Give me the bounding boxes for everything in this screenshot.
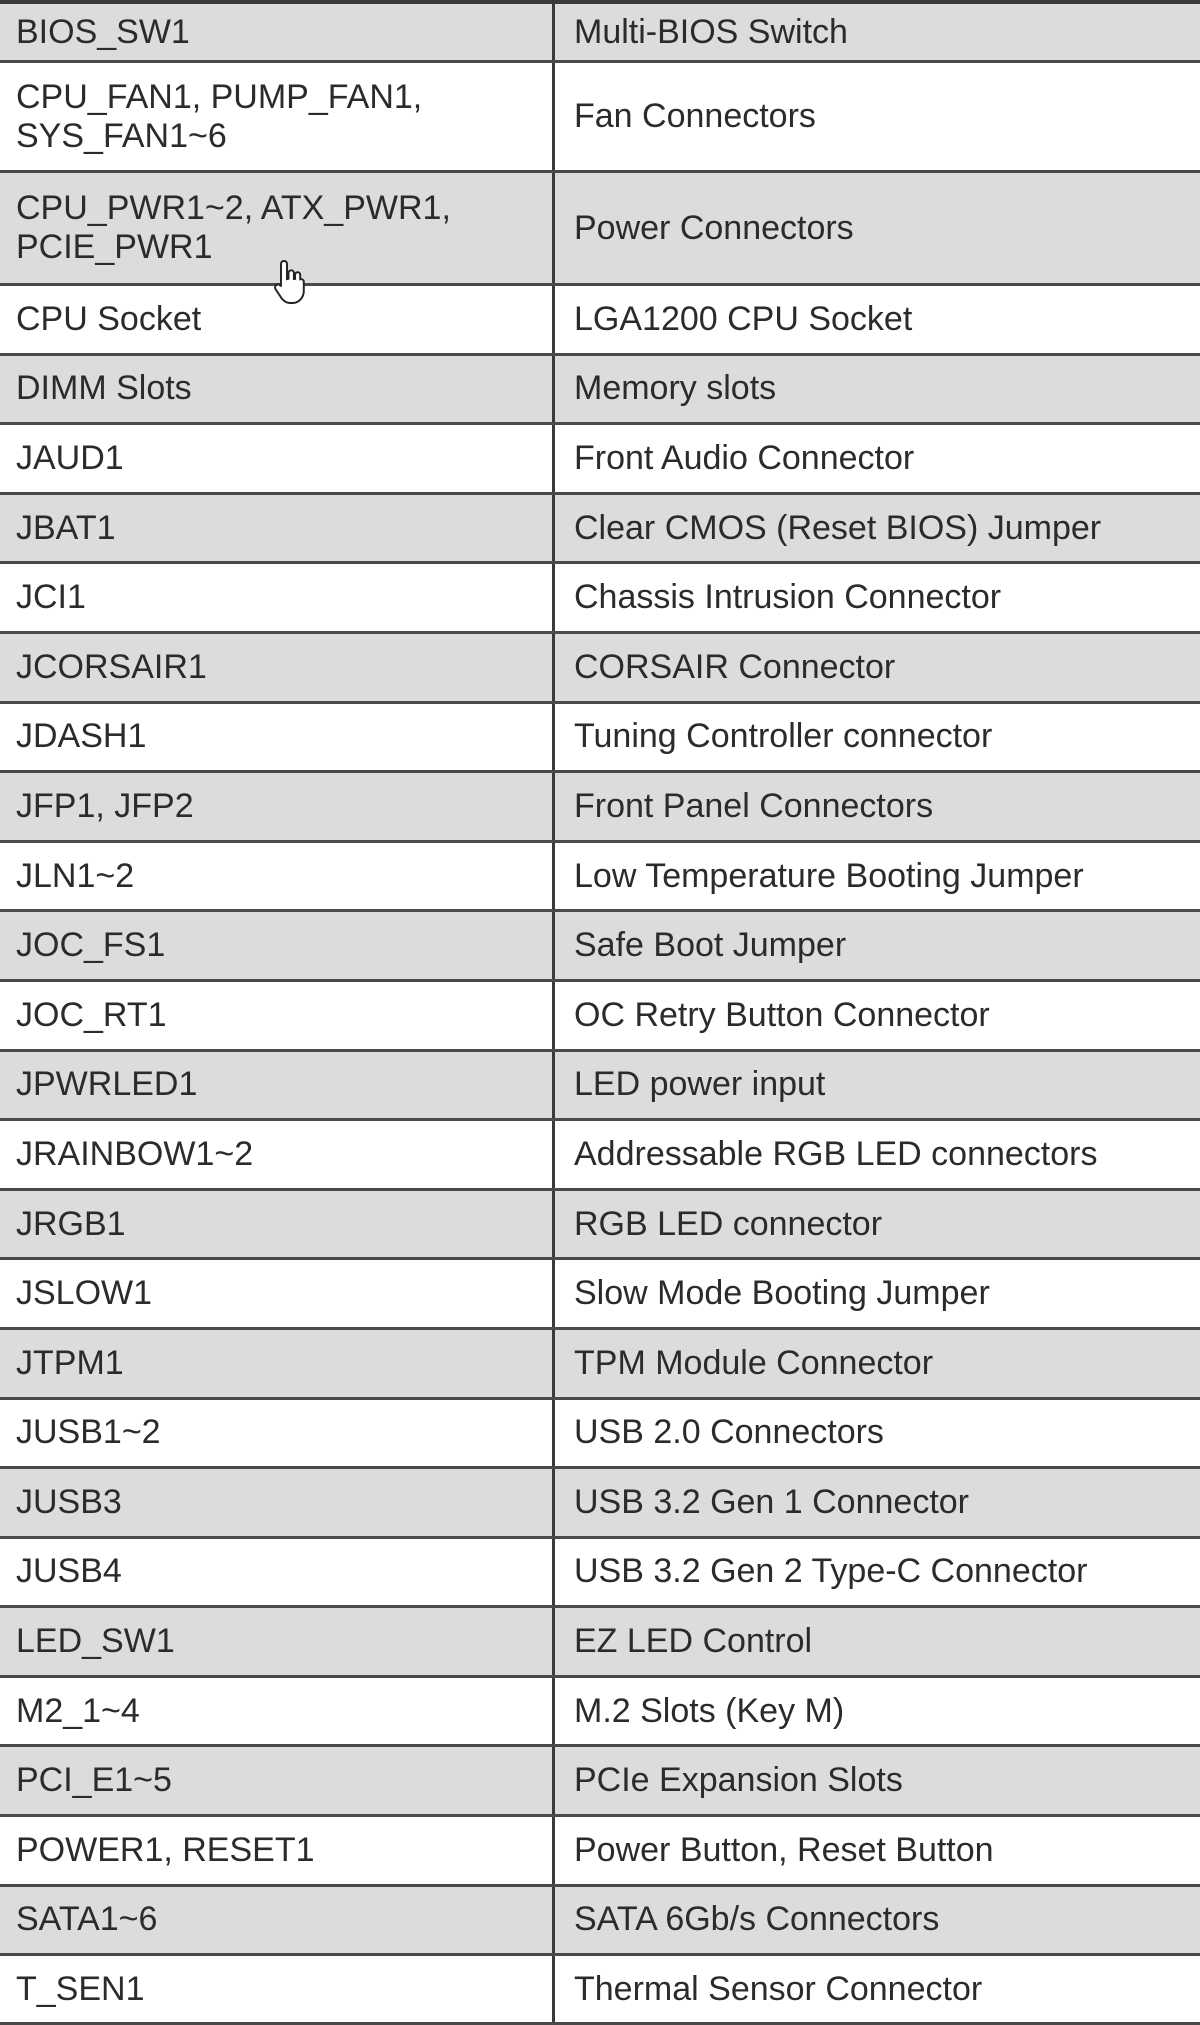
description-cell: PCIe Expansion Slots: [574, 1761, 903, 1800]
table-row: JAUD1 Front Audio Connector: [0, 425, 1200, 495]
components-table: BIOS_SW1 Multi-BIOS Switch CPU_FAN1, PUMP_…: [0, 0, 1200, 2025]
table-row: JRAINBOW1~2 Addressable RGB LED connector…: [0, 1121, 1200, 1191]
table-row: JTPM1 TPM Module Connector: [0, 1329, 1200, 1400]
table-row: JBAT1 Clear CMOS (Reset BIOS) Jumper: [0, 494, 1200, 565]
table-row: POWER1, RESET1 Power Button, Reset Button: [0, 1817, 1200, 1887]
port-name-cell: JRAINBOW1~2: [0, 1121, 555, 1188]
hand-pointer-icon: [274, 260, 305, 304]
port-name-cell: JUSB4: [0, 1538, 555, 1606]
description-cell: SATA 6Gb/s Connectors: [574, 1900, 940, 1939]
description-cell: Memory slots: [574, 369, 777, 408]
port-name-cell: CPU_FAN1, PUMP_FAN1, SYS_FAN1~6: [0, 63, 555, 170]
description-cell: Addressable RGB LED connectors: [574, 1134, 1098, 1173]
port-name-cell: POWER1, RESET1: [0, 1817, 555, 1884]
table-row: LED_SW1 EZ LED Control: [0, 1608, 1200, 1678]
table-row: BIOS_SW1 Multi-BIOS Switch: [0, 4, 1200, 63]
port-name-cell: SATA1~6: [0, 1886, 555, 1954]
description-cell: USB 2.0 Connectors: [574, 1413, 884, 1452]
description-cell: Power Button, Reset Button: [574, 1830, 994, 1869]
table-row: CPU Socket LGA1200 CPU Socket: [0, 286, 1200, 356]
table-row: JCI1 Chassis Intrusion Connector: [0, 564, 1200, 634]
description-cell: USB 3.2 Gen 2 Type-C Connector: [574, 1552, 1088, 1591]
table-row: JCORSAIR1 CORSAIR Connector: [0, 633, 1200, 704]
description-cell: Front Audio Connector: [574, 438, 915, 477]
table-row: JDASH1 Tuning Controller connector: [0, 703, 1200, 774]
port-name-cell: JRGB1: [0, 1190, 555, 1258]
table-row: JLN1~2 Low Temperature Booting Jumper: [0, 842, 1200, 913]
description-cell: Low Temperature Booting Jumper: [574, 856, 1084, 895]
table-row: JFP1, JFP2 Front Panel Connectors: [0, 773, 1200, 843]
description-cell: CORSAIR Connector: [574, 647, 896, 686]
port-name-cell: JOC_RT1: [0, 981, 555, 1049]
table-row: DIMM Slots Memory slots: [0, 355, 1200, 426]
port-name-cell: JCI1: [0, 564, 555, 631]
description-cell: USB 3.2 Gen 1 Connector: [574, 1482, 970, 1521]
description-cell: Tuning Controller connector: [574, 717, 993, 756]
description-cell: Clear CMOS (Reset BIOS) Jumper: [574, 508, 1102, 547]
description-cell: LED power input: [574, 1065, 826, 1104]
description-cell: RGB LED connector: [574, 1204, 883, 1243]
port-name-cell: JSLOW1: [0, 1260, 555, 1327]
table-row: JUSB3 USB 3.2 Gen 1 Connector: [0, 1469, 1200, 1539]
description-cell: Thermal Sensor Connector: [574, 1969, 983, 2008]
table-row: CPU_PWR1~2, ATX_PWR1, PCIE_PWR1 Power Con…: [0, 173, 1200, 286]
table-row: SATA1~6 SATA 6Gb/s Connectors: [0, 1886, 1200, 1957]
description-cell: Front Panel Connectors: [574, 786, 934, 825]
description-cell: Power Connectors: [574, 208, 854, 247]
table-row: JSLOW1 Slow Mode Booting Jumper: [0, 1260, 1200, 1330]
port-name-cell: JTPM1: [0, 1329, 555, 1397]
description-cell: Chassis Intrusion Connector: [574, 578, 1002, 617]
description-cell: OC Retry Button Connector: [574, 995, 990, 1034]
description-cell: TPM Module Connector: [574, 1343, 934, 1382]
port-name-cell: JPWRLED1: [0, 1051, 555, 1119]
port-name-cell: DIMM Slots: [0, 355, 555, 423]
description-cell: Slow Mode Booting Jumper: [574, 1274, 990, 1313]
description-cell: LGA1200 CPU Socket: [574, 299, 913, 338]
description-cell: Multi-BIOS Switch: [574, 12, 848, 51]
description-cell: M.2 Slots (Key M): [574, 1691, 845, 1730]
table-row: JRGB1 RGB LED connector: [0, 1190, 1200, 1261]
port-name-cell: JBAT1: [0, 494, 555, 562]
port-name-cell: JCORSAIR1: [0, 633, 555, 701]
table-row: JUSB4 USB 3.2 Gen 2 Type-C Connector: [0, 1538, 1200, 1609]
table-row: CPU_FAN1, PUMP_FAN1, SYS_FAN1~6 Fan Conne…: [0, 63, 1200, 173]
port-name-cell: LED_SW1: [0, 1608, 555, 1675]
table-row: M2_1~4 M.2 Slots (Key M): [0, 1677, 1200, 1748]
port-name-cell: BIOS_SW1: [0, 4, 555, 60]
table-row: T_SEN1 Thermal Sensor Connector: [0, 1956, 1200, 2025]
port-name-cell: PCI_E1~5: [0, 1747, 555, 1815]
description-cell: EZ LED Control: [574, 1622, 813, 1661]
port-name-cell: JLN1~2: [0, 842, 555, 910]
table-row: PCI_E1~5 PCIe Expansion Slots: [0, 1747, 1200, 1818]
port-name-cell: M2_1~4: [0, 1677, 555, 1745]
port-name-cell: JUSB3: [0, 1469, 555, 1536]
table-row: JOC_FS1 Safe Boot Jumper: [0, 912, 1200, 982]
port-name-cell: T_SEN1: [0, 1956, 555, 2023]
table-row: JOC_RT1 OC Retry Button Connector: [0, 981, 1200, 1052]
port-name-cell: JDASH1: [0, 703, 555, 771]
port-name-cell: JAUD1: [0, 425, 555, 492]
port-name-cell: JUSB1~2: [0, 1399, 555, 1467]
description-cell: Fan Connectors: [574, 97, 816, 135]
table-row: JPWRLED1 LED power input: [0, 1051, 1200, 1122]
port-name-cell: JOC_FS1: [0, 912, 555, 979]
port-name-cell: JFP1, JFP2: [0, 773, 555, 840]
description-cell: Safe Boot Jumper: [574, 926, 847, 965]
table-row: JUSB1~2 USB 2.0 Connectors: [0, 1399, 1200, 1470]
